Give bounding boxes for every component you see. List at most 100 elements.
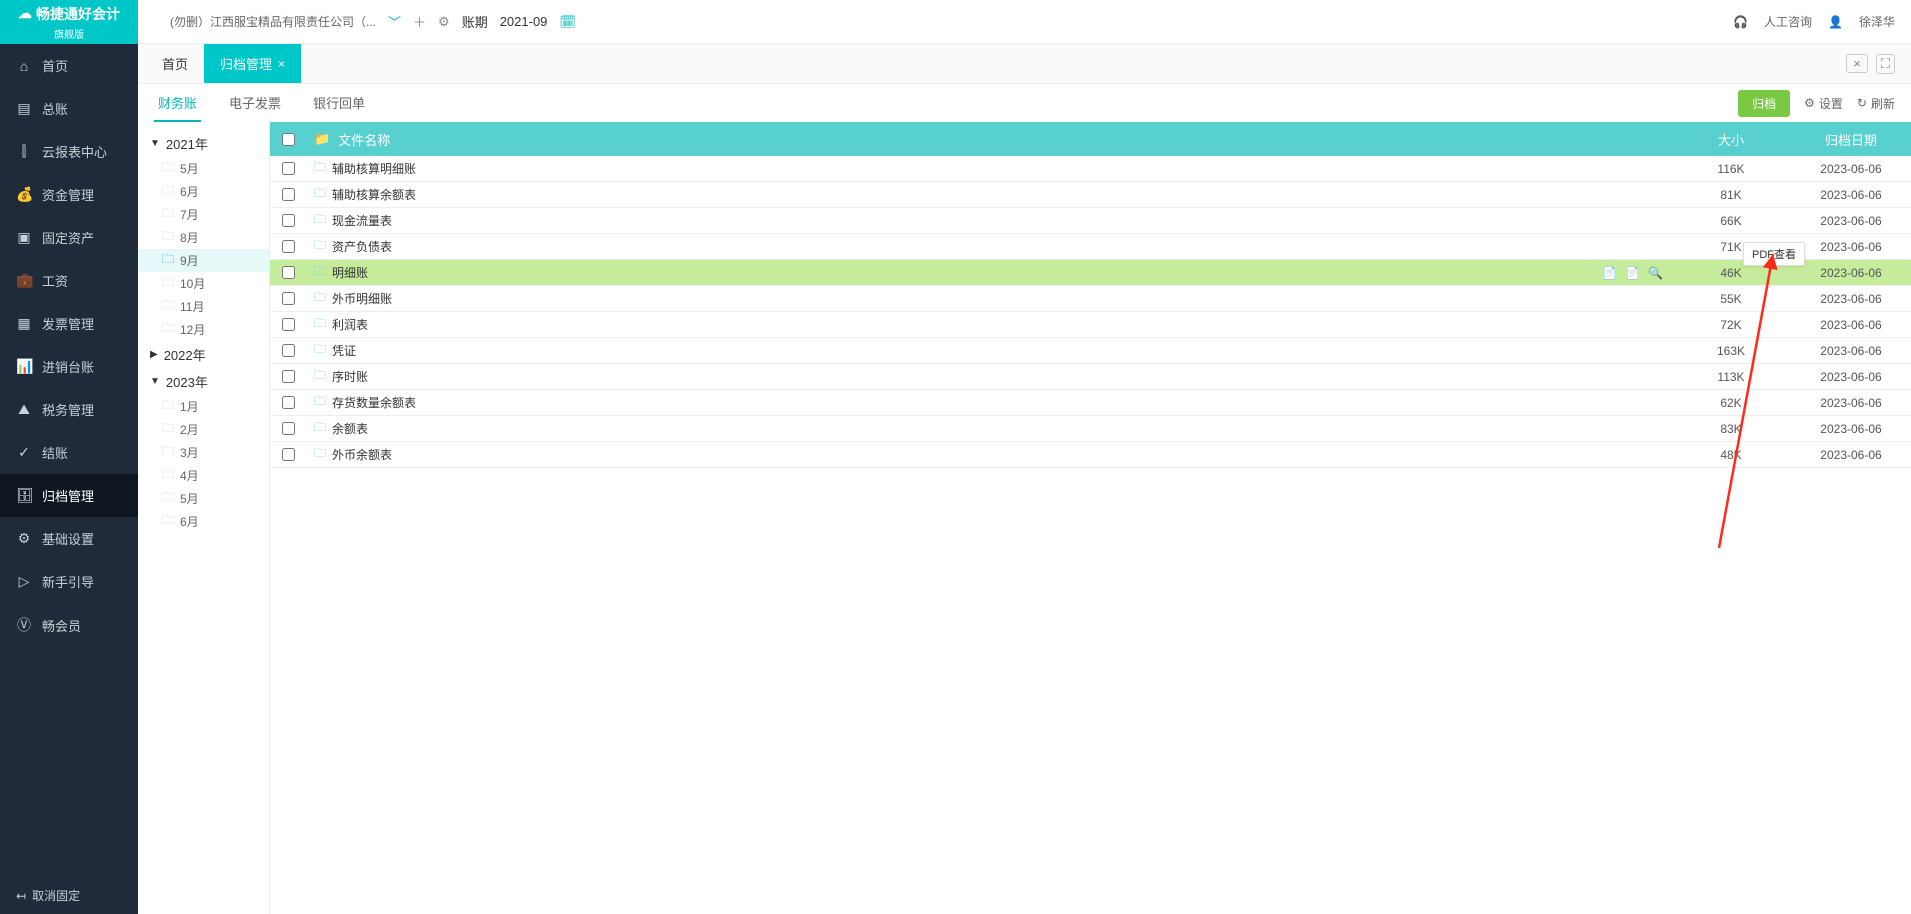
settings-link[interactable]: ⚙设置 <box>1804 95 1843 112</box>
table-row[interactable]: 🗀辅助核算余额表81K2023-06-06 <box>270 182 1911 208</box>
row-checkbox[interactable] <box>282 422 295 435</box>
tree-month[interactable]: 🗀8月 <box>138 226 269 249</box>
tree-month[interactable]: 🗀6月 <box>138 510 269 533</box>
sidebar-icon: 💰 <box>16 186 32 203</box>
select-all-checkbox[interactable] <box>282 133 295 146</box>
row-checkbox[interactable] <box>282 266 295 279</box>
sidebar-item-4[interactable]: ▣固定资产 <box>0 216 138 259</box>
sidebar-item-0[interactable]: ⌂首页 <box>0 44 138 87</box>
tree-month[interactable]: 🗀9月 <box>138 249 269 272</box>
file-name: 凭证 <box>332 342 356 359</box>
sidebar-item-11[interactable]: ⚙基础设置 <box>0 517 138 560</box>
sidebar-item-7[interactable]: 📊进销台账 <box>0 345 138 388</box>
company-selector[interactable]: (勿删）江西服宝精品有限责任公司（... <box>170 13 376 30</box>
tree-month[interactable]: 🗀7月 <box>138 203 269 226</box>
table-row[interactable]: 🗀余额表83K2023-06-06 <box>270 416 1911 442</box>
sidebar-item-8[interactable]: ⛰税务管理 <box>0 388 138 431</box>
sidebar-item-1[interactable]: ▤总账 <box>0 87 138 130</box>
consult-link[interactable]: 人工咨询 <box>1764 13 1812 30</box>
row-checkbox[interactable] <box>282 370 295 383</box>
subtab-bankreceipt[interactable]: 银行回单 <box>309 85 369 122</box>
tree-month[interactable]: 🗀2月 <box>138 418 269 441</box>
tree-month[interactable]: 🗀4月 <box>138 464 269 487</box>
row-checkbox[interactable] <box>282 162 295 175</box>
tree-year[interactable]: ▶2022年 <box>138 341 269 368</box>
table-row[interactable]: 🗀序时账113K2023-06-06 <box>270 364 1911 390</box>
tab-close-all-icon[interactable]: × <box>1846 54 1868 73</box>
gear-icon[interactable]: ⚙ <box>438 14 450 30</box>
sidebar-item-label: 资金管理 <box>42 185 94 204</box>
logo-subtitle: 旗舰版 <box>54 26 84 41</box>
table-row[interactable]: 🗀外币明细账55K2023-06-06 <box>270 286 1911 312</box>
tree-year[interactable]: ▼2021年 <box>138 130 269 157</box>
caret-icon: ▼ <box>150 376 160 387</box>
pdf-icon[interactable]: 📄 <box>1625 266 1640 280</box>
sidebar-item-3[interactable]: 💰 资金管理 <box>0 173 138 216</box>
table-row[interactable]: 🗀利润表72K2023-06-06 <box>270 312 1911 338</box>
user-name[interactable]: 徐泽华 <box>1859 13 1895 30</box>
subtab-finance[interactable]: 财务账 <box>154 85 201 122</box>
fullscreen-icon[interactable]: ⛶ <box>1876 54 1895 74</box>
folder-icon: 🗀 <box>314 288 326 309</box>
close-icon[interactable]: × <box>278 57 285 71</box>
sidebar-item-2[interactable]: ⫿云报表中心 <box>0 130 138 173</box>
calendar-icon[interactable]: 🗓 <box>559 14 576 30</box>
sidebar-item-13[interactable]: Ⓥ畅会员 <box>0 603 138 647</box>
table-row[interactable]: 🗀外币余额表48K2023-06-06 <box>270 442 1911 468</box>
period-value[interactable]: 2021-09 <box>500 14 548 29</box>
arrow-left-icon: ↤ <box>16 889 26 903</box>
table-row[interactable]: 🗀凭证163K2023-06-06 <box>270 338 1911 364</box>
row-checkbox[interactable] <box>282 240 295 253</box>
sidebar: ⌂首页▤总账⫿云报表中心 💰 资金管理 ▣固定资产💼工资▦发票管理📊进销台账⛰税务管理… <box>0 44 138 914</box>
table-row[interactable]: 🗀存货数量余额表62K2023-06-06 <box>270 390 1911 416</box>
tab-home[interactable]: 首页 <box>146 44 204 83</box>
archive-button[interactable]: 归档 <box>1738 90 1790 117</box>
tab-archive[interactable]: 归档管理 × <box>204 44 301 83</box>
row-checkbox[interactable] <box>282 292 295 305</box>
folder-icon: 🗀 <box>162 181 174 202</box>
refresh-link[interactable]: ↻刷新 <box>1857 95 1895 112</box>
sidebar-item-12[interactable]: ▷新手引导 <box>0 560 138 603</box>
folder-icon: 🗀 <box>314 210 326 231</box>
tree-month[interactable]: 🗀11月 <box>138 295 269 318</box>
row-checkbox[interactable] <box>282 344 295 357</box>
tree-month[interactable]: 🗀5月 <box>138 157 269 180</box>
folder-icon: 🗀 <box>162 273 174 294</box>
folder-icon: 🗀 <box>162 296 174 317</box>
row-checkbox[interactable] <box>282 188 295 201</box>
table-row[interactable]: 🗀辅助核算明细账116K2023-06-06 <box>270 156 1911 182</box>
tree-month[interactable]: 🗀5月 <box>138 487 269 510</box>
tree-month[interactable]: 🗀12月 <box>138 318 269 341</box>
row-checkbox[interactable] <box>282 214 295 227</box>
tree-month[interactable]: 🗀6月 <box>138 180 269 203</box>
file-name: 明细账 <box>332 264 368 281</box>
table-row[interactable]: 🗀资产负债表71K2023-06-06 <box>270 234 1911 260</box>
table-row[interactable]: 🗀现金流量表66K2023-06-06 <box>270 208 1911 234</box>
tree-month[interactable]: 🗀3月 <box>138 441 269 464</box>
pdf-view-icon[interactable]: 🔍 <box>1648 266 1663 280</box>
sidebar-unpin[interactable]: ↤取消固定 <box>0 877 138 914</box>
tree-month[interactable]: 🗀1月 <box>138 395 269 418</box>
table-row[interactable]: 🗀明细账📄📄🔍46K2023-06-06 <box>270 260 1911 286</box>
headset-icon[interactable]: 🎧 <box>1733 15 1748 29</box>
sidebar-item-5[interactable]: 💼工资 <box>0 259 138 302</box>
archive-date: 2023-06-06 <box>1791 318 1911 332</box>
sidebar-item-label: 总账 <box>42 99 68 118</box>
sidebar-item-10[interactable]: 🗄归档管理 <box>0 474 138 517</box>
folder-icon: 🗀 <box>162 488 174 509</box>
avatar-icon[interactable]: 👤 <box>1828 15 1843 29</box>
row-checkbox[interactable] <box>282 318 295 331</box>
row-checkbox[interactable] <box>282 448 295 461</box>
plus-icon[interactable]: ＋ <box>413 12 426 31</box>
tree-month[interactable]: 🗀10月 <box>138 272 269 295</box>
subtab-einvoice[interactable]: 电子发票 <box>225 85 285 122</box>
row-checkbox[interactable] <box>282 396 295 409</box>
sidebar-icon: Ⓥ <box>16 615 32 635</box>
sidebar-item-6[interactable]: ▦发票管理 <box>0 302 138 345</box>
folder-icon: 🗀 <box>314 236 326 257</box>
file-size: 48K <box>1671 448 1791 462</box>
sidebar-item-9[interactable]: ✓结账 <box>0 431 138 474</box>
chevron-down-icon[interactable]: ﹀ <box>388 12 401 31</box>
tree-year[interactable]: ▼2023年 <box>138 368 269 395</box>
word-icon[interactable]: 📄 <box>1602 266 1617 280</box>
